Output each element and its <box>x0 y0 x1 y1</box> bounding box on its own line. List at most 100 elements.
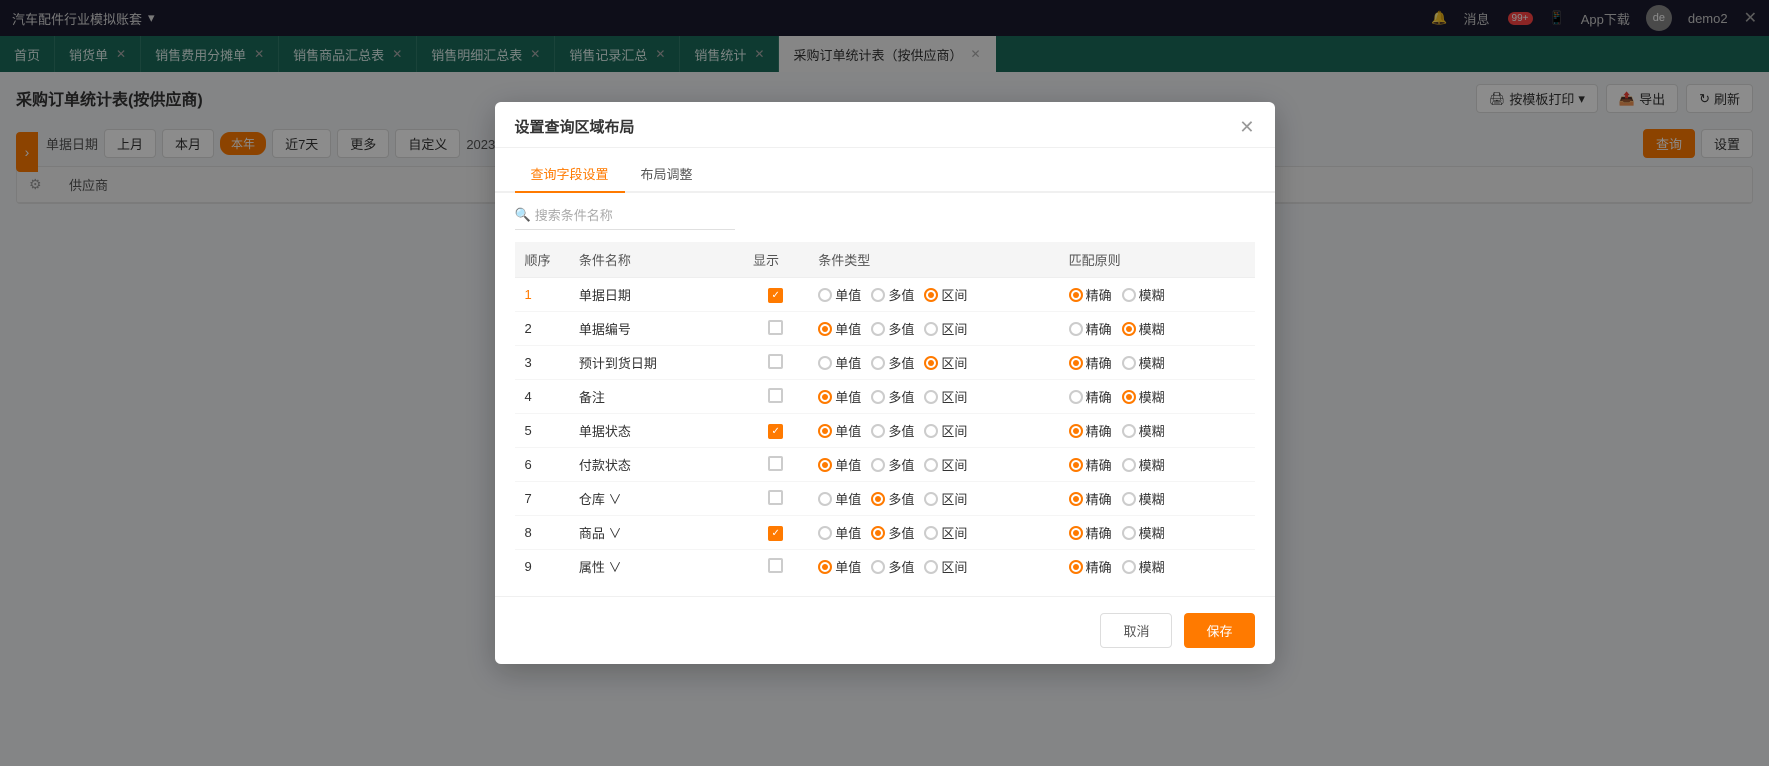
th-show: 显示 <box>743 242 808 278</box>
table-row: 6付款状态单值多值区间精确模糊 <box>515 448 1255 482</box>
radio-type-6-多值[interactable]: 多值 <box>871 455 914 474</box>
radio-type-4-多值[interactable]: 多值 <box>871 387 914 406</box>
radio-type-5-区间[interactable]: 区间 <box>924 421 967 440</box>
cancel-button[interactable]: 取消 <box>1100 613 1172 648</box>
row-match-5: 精确模糊 <box>1059 414 1255 448</box>
radio-match-7-精确[interactable]: 精确 <box>1069 489 1112 508</box>
radio-circle <box>818 560 832 574</box>
radio-type-5-单值[interactable]: 单值 <box>818 421 861 440</box>
table-row: 8商品 ∨单值多值区间精确模糊 <box>515 516 1255 550</box>
radio-type-2-区间[interactable]: 区间 <box>924 319 967 338</box>
radio-type-9-区间[interactable]: 区间 <box>924 557 967 576</box>
radio-type-5-多值[interactable]: 多值 <box>871 421 914 440</box>
radio-match-7-模糊[interactable]: 模糊 <box>1122 489 1165 508</box>
checkbox-5[interactable] <box>768 424 783 439</box>
radio-circle <box>1122 458 1136 472</box>
radio-match-4-模糊[interactable]: 模糊 <box>1122 387 1165 406</box>
radio-match-9-精确[interactable]: 精确 <box>1069 557 1112 576</box>
radio-type-8-单值[interactable]: 单值 <box>818 523 861 542</box>
radio-type-7-多值[interactable]: 多值 <box>871 489 914 508</box>
table-row: 4备注单值多值区间精确模糊 <box>515 380 1255 414</box>
radio-match-8-精确[interactable]: 精确 <box>1069 523 1112 542</box>
dialog-header: 设置查询区域布局 ✕ <box>495 102 1275 148</box>
checkbox-9[interactable] <box>768 558 783 573</box>
row-name-7: 仓库 ∨ <box>569 482 743 516</box>
radio-match-6-精确[interactable]: 精确 <box>1069 455 1112 474</box>
radio-type-3-单值[interactable]: 单值 <box>818 353 861 372</box>
radio-circle <box>924 390 938 404</box>
radio-type-8-区间[interactable]: 区间 <box>924 523 967 542</box>
radio-type-3-多值[interactable]: 多值 <box>871 353 914 372</box>
dialog-close-button[interactable]: ✕ <box>1239 118 1254 136</box>
conditions-table-scroll: 顺序 条件名称 显示 条件类型 匹配原则 1单据日期单值多值区间精确模糊2单据编… <box>515 242 1255 582</box>
radio-type-1-多值[interactable]: 多值 <box>871 285 914 304</box>
radio-match-3-精确[interactable]: 精确 <box>1069 353 1112 372</box>
checkbox-1[interactable] <box>768 288 783 303</box>
radio-match-2-模糊[interactable]: 模糊 <box>1122 319 1165 338</box>
row-show-3[interactable] <box>743 346 808 380</box>
radio-type-6-单值[interactable]: 单值 <box>818 455 861 474</box>
radio-match-5-精确[interactable]: 精确 <box>1069 421 1112 440</box>
radio-circle <box>924 526 938 540</box>
radio-type-3-区间[interactable]: 区间 <box>924 353 967 372</box>
radio-match-6-模糊[interactable]: 模糊 <box>1122 455 1165 474</box>
radio-type-2-单值[interactable]: 单值 <box>818 319 861 338</box>
checkbox-6[interactable] <box>768 456 783 471</box>
row-name-8: 商品 ∨ <box>569 516 743 550</box>
radio-type-1-单值[interactable]: 单值 <box>818 285 861 304</box>
radio-match-8-模糊[interactable]: 模糊 <box>1122 523 1165 542</box>
radio-match-3-模糊[interactable]: 模糊 <box>1122 353 1165 372</box>
radio-type-4-单值[interactable]: 单值 <box>818 387 861 406</box>
tab-layout[interactable]: 布局调整 <box>625 158 709 193</box>
radio-circle <box>871 390 885 404</box>
th-match: 匹配原则 <box>1059 242 1255 278</box>
radio-type-1-区间[interactable]: 区间 <box>924 285 967 304</box>
radio-type-7-区间[interactable]: 区间 <box>924 489 967 508</box>
radio-circle <box>871 322 885 336</box>
save-button[interactable]: 保存 <box>1184 613 1254 648</box>
radio-type-2-多值[interactable]: 多值 <box>871 319 914 338</box>
radio-match-9-模糊[interactable]: 模糊 <box>1122 557 1165 576</box>
row-name-3: 预计到货日期 <box>569 346 743 380</box>
row-show-4[interactable] <box>743 380 808 414</box>
radio-match-2-精确[interactable]: 精确 <box>1069 319 1112 338</box>
row-type-5: 单值多值区间 <box>808 414 1058 448</box>
condition-search-area: 🔍 <box>515 207 735 230</box>
radio-match-4-精确[interactable]: 精确 <box>1069 387 1112 406</box>
row-name-5: 单据状态 <box>569 414 743 448</box>
radio-match-1-精确[interactable]: 精确 <box>1069 285 1112 304</box>
table-row: 3预计到货日期单值多值区间精确模糊 <box>515 346 1255 380</box>
radio-match-1-模糊[interactable]: 模糊 <box>1122 285 1165 304</box>
checkbox-3[interactable] <box>768 354 783 369</box>
row-show-5[interactable] <box>743 414 808 448</box>
row-match-8: 精确模糊 <box>1059 516 1255 550</box>
radio-circle <box>924 492 938 506</box>
radio-type-8-多值[interactable]: 多值 <box>871 523 914 542</box>
row-show-1[interactable] <box>743 278 808 312</box>
checkbox-4[interactable] <box>768 388 783 403</box>
checkbox-7[interactable] <box>768 490 783 505</box>
tab-query-fields[interactable]: 查询字段设置 <box>515 158 625 193</box>
row-name-9: 属性 ∨ <box>569 550 743 583</box>
row-show-6[interactable] <box>743 448 808 482</box>
radio-type-6-区间[interactable]: 区间 <box>924 455 967 474</box>
dialog-body: 🔍 顺序 条件名称 显示 条件类型 匹配原则 <box>495 193 1275 596</box>
row-show-7[interactable] <box>743 482 808 516</box>
row-show-8[interactable] <box>743 516 808 550</box>
radio-type-9-单值[interactable]: 单值 <box>818 557 861 576</box>
row-name-1: 单据日期 <box>569 278 743 312</box>
radio-circle <box>924 560 938 574</box>
checkbox-8[interactable] <box>768 526 783 541</box>
checkbox-2[interactable] <box>768 320 783 335</box>
row-type-3: 单值多值区间 <box>808 346 1058 380</box>
row-show-2[interactable] <box>743 312 808 346</box>
radio-type-4-区间[interactable]: 区间 <box>924 387 967 406</box>
th-order: 顺序 <box>515 242 569 278</box>
search-input[interactable] <box>535 208 715 223</box>
row-show-9[interactable] <box>743 550 808 583</box>
radio-type-7-单值[interactable]: 单值 <box>818 489 861 508</box>
row-order-9: 9 <box>515 550 569 583</box>
radio-match-5-模糊[interactable]: 模糊 <box>1122 421 1165 440</box>
radio-circle <box>818 458 832 472</box>
radio-type-9-多值[interactable]: 多值 <box>871 557 914 576</box>
